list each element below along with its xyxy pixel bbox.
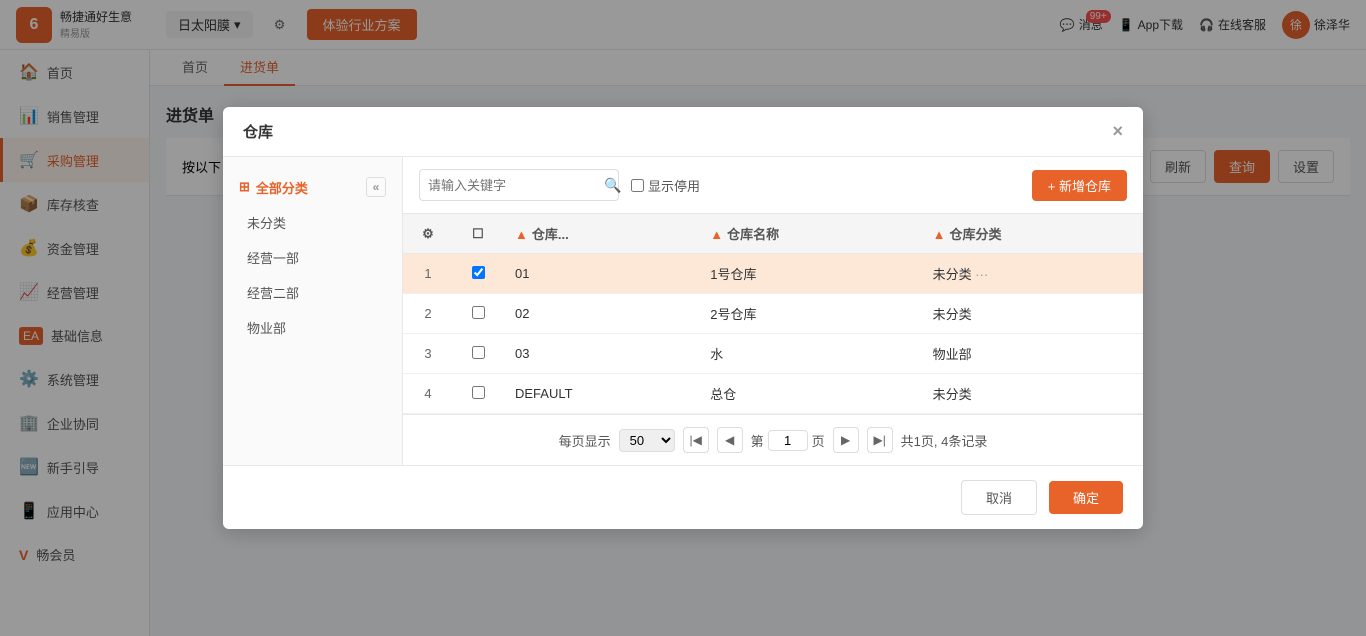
show-disabled-area: 显示停用 xyxy=(631,176,700,195)
search-icon[interactable]: 🔍 xyxy=(604,177,621,194)
warehouse-modal: 仓库 × ⊞ 全部分类 « 未分类 经营一部 经营二部 xyxy=(223,107,1143,529)
last-page-button[interactable]: ▶| xyxy=(867,427,893,453)
confirm-button[interactable]: 确定 xyxy=(1049,481,1123,514)
col-settings: ⚙ xyxy=(403,214,453,254)
search-box: 🔍 xyxy=(419,169,619,201)
category-panel: ⊞ 全部分类 « 未分类 经营一部 经营二部 物业部 xyxy=(223,157,403,465)
page-number-input[interactable] xyxy=(768,430,808,451)
row-category: 未分类 ··· xyxy=(921,254,1143,294)
modal-title: 仓库 xyxy=(243,121,273,142)
data-table: ⚙ ☐ ▲仓库... ▲仓库名称 ▲仓库分类 1 01 1号仓库 未分类 ··· xyxy=(403,214,1143,414)
modal-body: ⊞ 全部分类 « 未分类 经营一部 经营二部 物业部 xyxy=(223,157,1143,465)
row-checkbox[interactable] xyxy=(453,334,503,374)
pagination-bar: 每页显示 50 10 20 100 |◀ ◀ 第 页 xyxy=(403,414,1143,465)
row-index: 2 xyxy=(403,294,453,334)
category-label-dept1: 经营一部 xyxy=(247,251,299,266)
search-input[interactable] xyxy=(428,178,604,193)
row-code: 02 xyxy=(503,294,698,334)
row-category: 物业部 xyxy=(921,334,1143,374)
row-checkbox[interactable] xyxy=(453,254,503,294)
page-input-area: 第 页 xyxy=(751,430,825,451)
total-info: 共1页, 4条记录 xyxy=(901,431,988,450)
category-item-dept2[interactable]: 经营二部 xyxy=(223,275,402,310)
row-index: 3 xyxy=(403,334,453,374)
add-warehouse-button[interactable]: + 新增仓库 xyxy=(1032,170,1127,201)
table-toolbar: 🔍 显示停用 + 新增仓库 xyxy=(403,157,1143,214)
row-menu-button[interactable]: ··· xyxy=(975,267,988,282)
per-page-label: 每页显示 xyxy=(559,431,611,450)
row-code: 03 xyxy=(503,334,698,374)
modal-footer: 取消 确定 xyxy=(223,465,1143,529)
all-category-item[interactable]: ⊞ 全部分类 « xyxy=(223,169,402,205)
grid-icon: ⊞ xyxy=(239,179,250,195)
table-row[interactable]: 1 01 1号仓库 未分类 ··· xyxy=(403,254,1143,294)
row-name: 总仓 xyxy=(698,374,920,414)
category-label-unclassified: 未分类 xyxy=(247,216,286,231)
modal-header: 仓库 × xyxy=(223,107,1143,157)
page-size-dropdown[interactable]: 50 10 20 100 xyxy=(619,429,675,452)
row-index: 1 xyxy=(403,254,453,294)
col-code: ▲仓库... xyxy=(503,214,698,254)
col-name: ▲仓库名称 xyxy=(698,214,920,254)
row-name: 1号仓库 xyxy=(698,254,920,294)
category-label-dept2: 经营二部 xyxy=(247,286,299,301)
modal-close-button[interactable]: × xyxy=(1112,121,1123,142)
col-category: ▲仓库分类 xyxy=(921,214,1143,254)
all-category-label: 全部分类 xyxy=(256,178,308,197)
table-row[interactable]: 2 02 2号仓库 未分类 xyxy=(403,294,1143,334)
page-prefix-label: 第 xyxy=(751,431,764,450)
category-item-dept1[interactable]: 经营一部 xyxy=(223,240,402,275)
row-checkbox[interactable] xyxy=(453,374,503,414)
table-row[interactable]: 4 DEFAULT 总仓 未分类 xyxy=(403,374,1143,414)
show-disabled-label: 显示停用 xyxy=(648,176,700,195)
show-disabled-checkbox[interactable] xyxy=(631,179,644,192)
row-category: 未分类 xyxy=(921,374,1143,414)
first-page-button[interactable]: |◀ xyxy=(683,427,709,453)
prev-page-button[interactable]: ◀ xyxy=(717,427,743,453)
row-category: 未分类 xyxy=(921,294,1143,334)
row-index: 4 xyxy=(403,374,453,414)
table-header-row: ⚙ ☐ ▲仓库... ▲仓库名称 ▲仓库分类 xyxy=(403,214,1143,254)
collapse-button[interactable]: « xyxy=(366,177,386,197)
row-name: 2号仓库 xyxy=(698,294,920,334)
page-size-select: 50 10 20 100 xyxy=(619,429,675,452)
table-panel: 🔍 显示停用 + 新增仓库 ⚙ ☐ xyxy=(403,157,1143,465)
row-checkbox[interactable] xyxy=(453,294,503,334)
category-label-property: 物业部 xyxy=(247,321,286,336)
row-code: 01 xyxy=(503,254,698,294)
category-item-unclassified[interactable]: 未分类 xyxy=(223,205,402,240)
category-item-property[interactable]: 物业部 xyxy=(223,310,402,345)
cancel-button[interactable]: 取消 xyxy=(961,480,1037,515)
modal-overlay: 仓库 × ⊞ 全部分类 « 未分类 经营一部 经营二部 xyxy=(0,0,1366,636)
page-suffix-label: 页 xyxy=(812,431,825,450)
row-name: 水 xyxy=(698,334,920,374)
col-checkbox: ☐ xyxy=(453,214,503,254)
next-page-button[interactable]: ▶ xyxy=(833,427,859,453)
row-code: DEFAULT xyxy=(503,374,698,414)
table-row[interactable]: 3 03 水 物业部 xyxy=(403,334,1143,374)
